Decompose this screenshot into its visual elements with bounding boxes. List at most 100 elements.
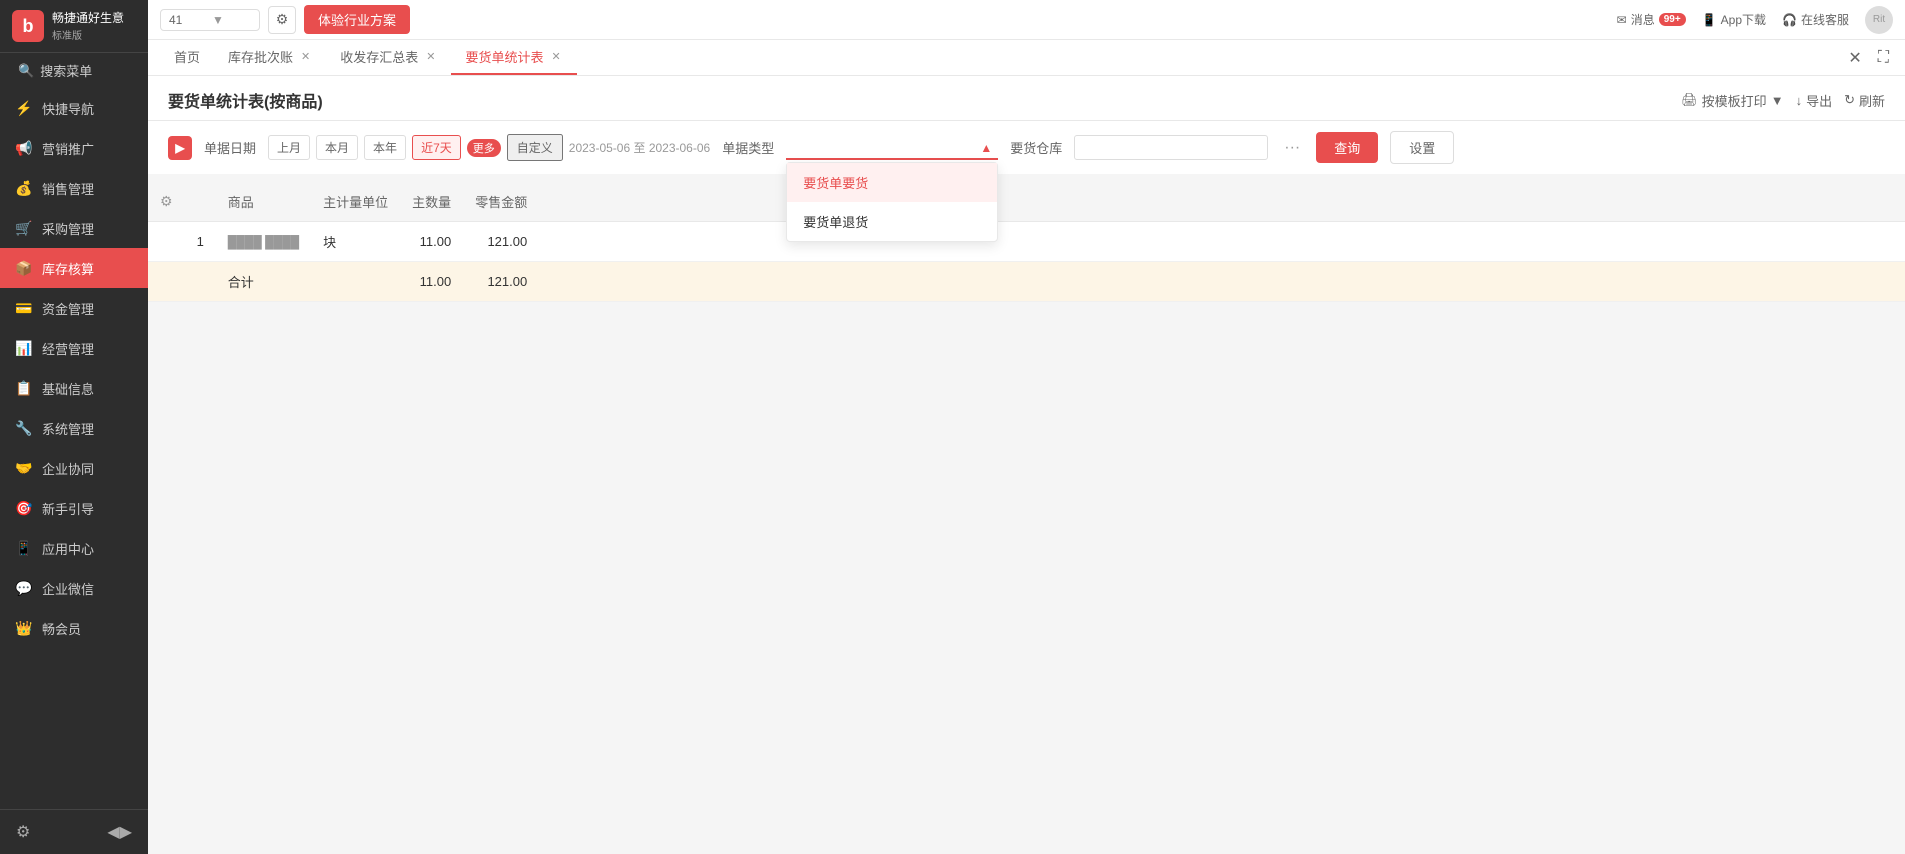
table-cell-product: ████ ████	[216, 222, 311, 262]
sidebar-item-label: 营销推广	[42, 139, 94, 158]
date-btn-custom[interactable]: 自定义	[507, 134, 563, 161]
total-quantity: 11.00	[400, 262, 463, 302]
filter-expand-btn[interactable]: ▶	[168, 136, 192, 160]
page-actions: 🖨 按模板打印 ▼ ↓ 导出 ↻ 刷新	[1681, 91, 1885, 110]
refresh-btn[interactable]: ↻ 刷新	[1844, 91, 1885, 110]
sidebar-item-label: 销售管理	[42, 179, 94, 198]
sidebar-item-enterprise[interactable]: 🤝 企业协同	[0, 448, 148, 488]
print-label: 按模板打印	[1702, 91, 1767, 110]
sidebar-item-app-center[interactable]: 📱 应用中心	[0, 528, 148, 568]
table-header-product: 商品	[216, 182, 311, 222]
tabs-bar: 首页 库存批次账 ✕ 收发存汇总表 ✕ 要货单统计表 ✕ ✕ ⛶	[148, 40, 1905, 76]
table-settings-gear-icon[interactable]: ⚙	[160, 193, 173, 209]
tab-home[interactable]: 首页	[160, 40, 214, 75]
sidebar-item-label: 快捷导航	[42, 99, 94, 118]
sidebar-item-purchase[interactable]: 🛒 采购管理	[0, 208, 148, 248]
type-selector-wrap: ▲	[786, 135, 998, 160]
table-header-unit: 主计量单位	[311, 182, 400, 222]
tab-inventory-batch[interactable]: 库存批次账 ✕	[214, 40, 326, 75]
date-range-display: 2023-05-06 至 2023-06-06	[569, 139, 710, 156]
sales-icon: 💰	[14, 178, 34, 198]
more-filters-btn[interactable]: ···	[1280, 139, 1304, 157]
sidebar-item-members[interactable]: 👑 畅会员	[0, 608, 148, 648]
sidebar-settings-btn[interactable]: ⚙	[12, 818, 34, 846]
store-selector-caret: ▼	[212, 13, 251, 27]
app-download-label: App下载	[1721, 11, 1766, 28]
store-selector[interactable]: 41 ▼	[160, 9, 260, 31]
sidebar-item-finance[interactable]: 💳 资金管理	[0, 288, 148, 328]
tab-receive-summary[interactable]: 收发存汇总表 ✕	[326, 40, 451, 75]
tab-close-all-btn[interactable]: ✕	[1844, 44, 1865, 72]
message-btn[interactable]: ✉ 消息 99+	[1617, 11, 1686, 28]
sidebar-item-label: 系统管理	[42, 419, 94, 438]
sidebar-item-operations[interactable]: 📊 经营管理	[0, 328, 148, 368]
table-row: 1 ████ ████ 块 11.00 121.00	[148, 222, 1905, 262]
sidebar-item-quick-nav[interactable]: ⚡ 快捷导航	[0, 88, 148, 128]
sidebar-item-guide[interactable]: 🎯 新手引导	[0, 488, 148, 528]
date-more-badge[interactable]: 更多	[467, 139, 501, 157]
inventory-icon: 📦	[14, 258, 34, 278]
date-btn-ben-yue[interactable]: 本月	[316, 135, 358, 160]
sidebar-item-basic[interactable]: 📋 基础信息	[0, 368, 148, 408]
query-button[interactable]: 查询	[1316, 132, 1378, 163]
settings-button[interactable]: 设置	[1390, 131, 1454, 164]
page-header: 要货单统计表(按商品) 🖨 按模板打印 ▼ ↓ 导出 ↻ 刷新	[148, 76, 1905, 121]
refresh-label: 刷新	[1859, 91, 1885, 110]
tab-home-label: 首页	[174, 47, 200, 66]
refresh-icon: ↻	[1844, 92, 1855, 108]
type-caret-up[interactable]: ▲	[980, 141, 992, 155]
tab-inventory-batch-close[interactable]: ✕	[299, 50, 312, 63]
product-code: ████ ████	[228, 235, 299, 249]
date-btn-jin7tian[interactable]: 近7天	[412, 135, 461, 160]
online-service-btn[interactable]: 🎧 在线客服	[1782, 11, 1849, 28]
app-download-btn[interactable]: 📱 App下载	[1702, 11, 1766, 28]
total-unit-spacer	[311, 262, 400, 302]
quick-nav-icon: ⚡	[14, 98, 34, 118]
trial-button[interactable]: 体验行业方案	[304, 5, 410, 34]
export-btn[interactable]: ↓ 导出	[1796, 91, 1833, 110]
tab-order-summary[interactable]: 要货单统计表 ✕	[451, 40, 576, 75]
tab-receive-summary-close[interactable]: ✕	[424, 50, 437, 63]
sidebar-item-sales[interactable]: 💰 销售管理	[0, 168, 148, 208]
tab-order-summary-close[interactable]: ✕	[550, 50, 563, 63]
table-cell-unit: 块	[311, 222, 400, 262]
app-center-icon: 📱	[14, 538, 34, 558]
purchase-icon: 🛒	[14, 218, 34, 238]
type-input[interactable]	[786, 135, 998, 160]
sidebar-bottom: ⚙ ◀▶	[0, 809, 148, 854]
sidebar-collapse-btn[interactable]: ◀▶	[103, 818, 136, 846]
data-table: ⚙ 商品 主计量单位 主数量 零售金额 1	[148, 182, 1905, 302]
sidebar-item-marketing[interactable]: 📢 营销推广	[0, 128, 148, 168]
warehouse-input[interactable]	[1074, 135, 1268, 160]
tab-expand-btn[interactable]: ⛶	[1874, 45, 1893, 71]
sidebar-item-label: 应用中心	[42, 539, 94, 558]
guide-icon: 🎯	[14, 498, 34, 518]
user-avatar[interactable]: Rit	[1865, 6, 1893, 34]
sidebar-search[interactable]: 🔍 搜索菜单	[0, 53, 148, 88]
content-area: 要货单统计表(按商品) 🖨 按模板打印 ▼ ↓ 导出 ↻ 刷新	[148, 76, 1905, 854]
page-title-row: 要货单统计表(按商品) 🖨 按模板打印 ▼ ↓ 导出 ↻ 刷新	[168, 88, 1885, 112]
sidebar-item-wechat-biz[interactable]: 💬 企业微信	[0, 568, 148, 608]
sidebar-item-inventory[interactable]: 📦 库存核算	[0, 248, 148, 288]
page-title: 要货单统计表(按商品)	[168, 88, 323, 112]
dropdown-item-yaohuo-dan-yaohuo[interactable]: 要货单要货	[787, 163, 997, 202]
table-header-extra	[539, 182, 1905, 222]
user-name: Rit	[1873, 14, 1885, 25]
sidebar-nav: ⚡ 快捷导航 📢 营销推广 💰 销售管理 🛒 采购管理 📦 库存核算 💳 资金管…	[0, 88, 148, 809]
date-btn-ben-nian[interactable]: 本年	[364, 135, 406, 160]
print-btn[interactable]: 🖨 按模板打印 ▼	[1681, 91, 1783, 110]
topbar: 41 ▼ ⚙ 体验行业方案 ✉ 消息 99+ 📱 App下载 🎧 在线客服 Ri…	[148, 0, 1905, 40]
sidebar-item-label: 资金管理	[42, 299, 94, 318]
tab-order-summary-label: 要货单统计表	[465, 47, 543, 66]
print-caret: ▼	[1771, 93, 1784, 108]
topbar-gear-btn[interactable]: ⚙	[268, 6, 296, 34]
app-name: 畅捷通好生意	[52, 10, 124, 27]
dropdown-item-yaohuo-dan-tuihuo[interactable]: 要货单退货	[787, 202, 997, 241]
tabs-actions: ✕ ⛶	[1844, 40, 1893, 75]
date-quick-buttons: 上月 本月 本年 近7天 更多 自定义	[268, 134, 563, 161]
date-btn-shang-yue[interactable]: 上月	[268, 135, 310, 160]
table-header-amount: 零售金额	[463, 182, 539, 222]
total-amount: 121.00	[463, 262, 539, 302]
sidebar-item-label: 基础信息	[42, 379, 94, 398]
sidebar-item-system[interactable]: 🔧 系统管理	[0, 408, 148, 448]
